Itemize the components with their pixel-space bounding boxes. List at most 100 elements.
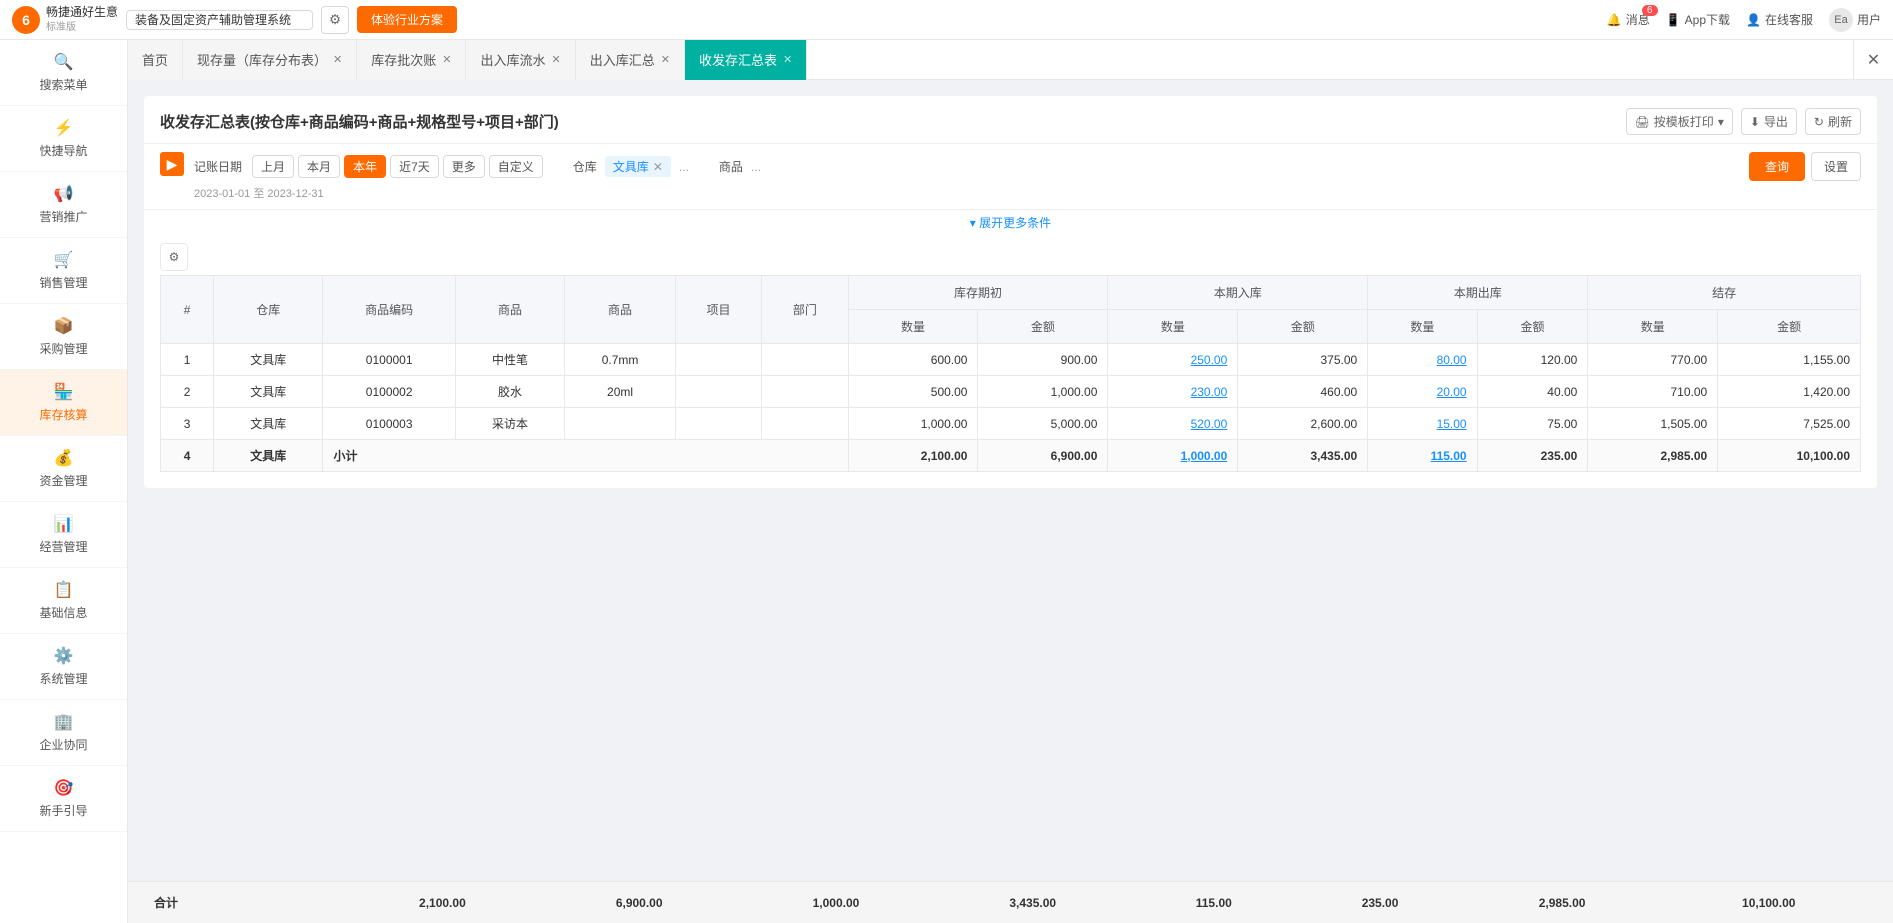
date-buttons: 上月 本月 本年 近7天 更多 自定义 bbox=[252, 155, 543, 178]
cell-goods-name: 胶水 bbox=[455, 376, 564, 408]
subtotal-out-qty-link[interactable]: 115.00 bbox=[1431, 449, 1467, 463]
cell-out-qty[interactable]: 15.00 bbox=[1368, 408, 1477, 440]
tab-inventory-dist[interactable]: 现存量（库存分布表） ✕ bbox=[183, 40, 357, 80]
warehouse-tag-close[interactable]: ✕ bbox=[653, 160, 663, 174]
query-button[interactable]: 查询 bbox=[1749, 152, 1805, 181]
user-area[interactable]: Ea 用户 bbox=[1829, 8, 1881, 32]
sidebar-item-purchase[interactable]: 📦 采购管理 bbox=[0, 304, 127, 370]
sidebar-item-inventory[interactable]: 🏪 库存核算 bbox=[0, 370, 127, 436]
chevron-down-icon: ▾ bbox=[1718, 115, 1724, 129]
sidebar-item-business[interactable]: 📊 经营管理 bbox=[0, 502, 127, 568]
tab-in-out-summary[interactable]: 出入库汇总 ✕ bbox=[576, 40, 685, 80]
out-qty-link[interactable]: 80.00 bbox=[1437, 353, 1467, 367]
subtotal-in-qty[interactable]: 1,000.00 bbox=[1108, 440, 1238, 472]
cell-opening-qty: 500.00 bbox=[848, 376, 978, 408]
in-qty-link[interactable]: 250.00 bbox=[1191, 353, 1228, 367]
print-button[interactable]: 🖨 按模板打印 ▾ bbox=[1626, 108, 1733, 135]
search-icon: 🔍 bbox=[54, 52, 74, 72]
settings-button[interactable]: ⚙ bbox=[321, 6, 349, 34]
th-out-qty: 数量 bbox=[1368, 310, 1477, 344]
warehouse-label: 仓库 bbox=[573, 158, 597, 175]
date-this-year[interactable]: 本年 bbox=[344, 155, 386, 178]
sidebar-item-marketing[interactable]: 📢 营销推广 bbox=[0, 172, 127, 238]
cell-project bbox=[675, 408, 761, 440]
filter-arrow-button[interactable]: ▶ bbox=[160, 152, 184, 176]
sidebar-item-basic[interactable]: 📋 基础信息 bbox=[0, 568, 127, 634]
cell-in-qty[interactable]: 230.00 bbox=[1108, 376, 1238, 408]
tab-bar-close[interactable]: ✕ bbox=[1853, 40, 1893, 80]
refresh-button[interactable]: ↻ 刷新 bbox=[1805, 108, 1861, 135]
header-left: 6 畅捷通好生意 标准版 装备及固定资产辅助管理系统 ⚙ 体验行业方案 bbox=[12, 5, 457, 34]
date-this-month[interactable]: 本月 bbox=[298, 155, 340, 178]
th-closing-amt: 金额 bbox=[1718, 310, 1861, 344]
tab-close-in-out-summary[interactable]: ✕ bbox=[661, 53, 670, 66]
refresh-icon: ↻ bbox=[1814, 115, 1824, 129]
tab-close-receipt-summary[interactable]: ✕ bbox=[783, 53, 792, 66]
tab-close-inventory-dist[interactable]: ✕ bbox=[333, 53, 342, 66]
tab-close-batch-ledger[interactable]: ✕ bbox=[442, 53, 451, 66]
sidebar-item-system[interactable]: ⚙️ 系统管理 bbox=[0, 634, 127, 700]
subtotal-warehouse: 文具库 bbox=[214, 440, 323, 472]
sidebar-item-guide[interactable]: 🎯 新手引导 bbox=[0, 766, 127, 832]
goods-more[interactable]: ... bbox=[751, 160, 761, 174]
cell-warehouse: 文具库 bbox=[214, 344, 323, 376]
in-qty-link[interactable]: 230.00 bbox=[1191, 385, 1228, 399]
in-qty-link[interactable]: 520.00 bbox=[1191, 417, 1228, 431]
cell-in-qty[interactable]: 520.00 bbox=[1108, 408, 1238, 440]
notification-item[interactable]: 🔔 消息 6 bbox=[1607, 11, 1650, 28]
date-label: 记账日期 bbox=[194, 158, 242, 175]
sidebar-item-quick-nav[interactable]: ⚡ 快捷导航 bbox=[0, 106, 127, 172]
date-more[interactable]: 更多 bbox=[443, 155, 485, 178]
subtotal-in-qty-link[interactable]: 1,000.00 bbox=[1181, 449, 1228, 463]
th-closing: 结存 bbox=[1588, 276, 1861, 310]
cell-in-qty[interactable]: 250.00 bbox=[1108, 344, 1238, 376]
date-last-month[interactable]: 上月 bbox=[252, 155, 294, 178]
cell-goods-code: 0100003 bbox=[323, 408, 455, 440]
cell-out-qty[interactable]: 20.00 bbox=[1368, 376, 1477, 408]
warehouse-more[interactable]: ... bbox=[679, 160, 689, 174]
sidebar-item-finance[interactable]: 💰 资金管理 bbox=[0, 436, 127, 502]
tab-in-out-flow[interactable]: 出入库流水 ✕ bbox=[466, 40, 575, 80]
system-dropdown[interactable]: 装备及固定资产辅助管理系统 bbox=[126, 10, 313, 30]
out-qty-link[interactable]: 15.00 bbox=[1437, 417, 1467, 431]
cell-closing-qty: 710.00 bbox=[1588, 376, 1718, 408]
tab-home[interactable]: 首页 bbox=[128, 40, 183, 80]
app-download-item[interactable]: 📱 App下载 bbox=[1666, 11, 1730, 28]
cell-in-amt: 375.00 bbox=[1238, 344, 1368, 376]
th-in-amt: 金额 bbox=[1238, 310, 1368, 344]
expand-more-area[interactable]: ▾ 展开更多条件 bbox=[144, 209, 1877, 235]
export-button[interactable]: ⬇ 导出 bbox=[1741, 108, 1797, 135]
tab-receipt-summary[interactable]: 收发存汇总表 ✕ bbox=[685, 40, 807, 80]
cell-closing-qty: 770.00 bbox=[1588, 344, 1718, 376]
cell-out-qty[interactable]: 80.00 bbox=[1368, 344, 1477, 376]
page-title: 收发存汇总表(按仓库+商品编码+商品+规格型号+项目+部门) bbox=[160, 111, 559, 132]
tab-close-in-out-flow[interactable]: ✕ bbox=[552, 53, 561, 66]
date-7days[interactable]: 近7天 bbox=[390, 155, 439, 178]
table-header-row-1: # 仓库 商品编码 商品 商品 项目 部门 库存期初 本期入库 本期出库 结存 bbox=[161, 276, 1861, 310]
subtotal-out-qty[interactable]: 115.00 bbox=[1368, 440, 1477, 472]
system-selector[interactable]: 装备及固定资产辅助管理系统 bbox=[126, 10, 313, 30]
download-icon: 📱 bbox=[1666, 13, 1681, 27]
date-custom[interactable]: 自定义 bbox=[489, 155, 543, 178]
table-settings-row: ⚙ bbox=[144, 235, 1877, 275]
total-in-qty: 1,000.00 bbox=[738, 890, 935, 915]
th-opening: 库存期初 bbox=[848, 276, 1108, 310]
trial-button[interactable]: 体验行业方案 bbox=[357, 6, 457, 33]
tab-batch-ledger[interactable]: 库存批次账 ✕ bbox=[357, 40, 466, 80]
table-body: 1 文具库 0100001 中性笔 0.7mm 600.00 900.00 25… bbox=[161, 344, 1861, 472]
service-icon: 👤 bbox=[1746, 13, 1761, 27]
out-qty-link[interactable]: 20.00 bbox=[1437, 385, 1467, 399]
sidebar-item-search[interactable]: 🔍 搜索菜单 bbox=[0, 40, 127, 106]
subtotal-index: 4 bbox=[161, 440, 214, 472]
footer-table: 合计 2,100.00 6,900.00 1,000.00 3,435.00 1… bbox=[144, 890, 1877, 915]
cell-index: 3 bbox=[161, 408, 214, 440]
sidebar-item-enterprise[interactable]: 🏢 企业协同 bbox=[0, 700, 127, 766]
th-goods-spec: 商品 bbox=[565, 276, 676, 344]
table-settings-icon[interactable]: ⚙ bbox=[160, 243, 188, 271]
settings-filter-button[interactable]: 设置 bbox=[1811, 152, 1861, 181]
cell-department bbox=[762, 376, 848, 408]
online-service-item[interactable]: 👤 在线客服 bbox=[1746, 11, 1813, 28]
cell-closing-amt: 1,420.00 bbox=[1718, 376, 1861, 408]
sidebar-item-sales[interactable]: 🛒 销售管理 bbox=[0, 238, 127, 304]
th-in: 本期入库 bbox=[1108, 276, 1368, 310]
